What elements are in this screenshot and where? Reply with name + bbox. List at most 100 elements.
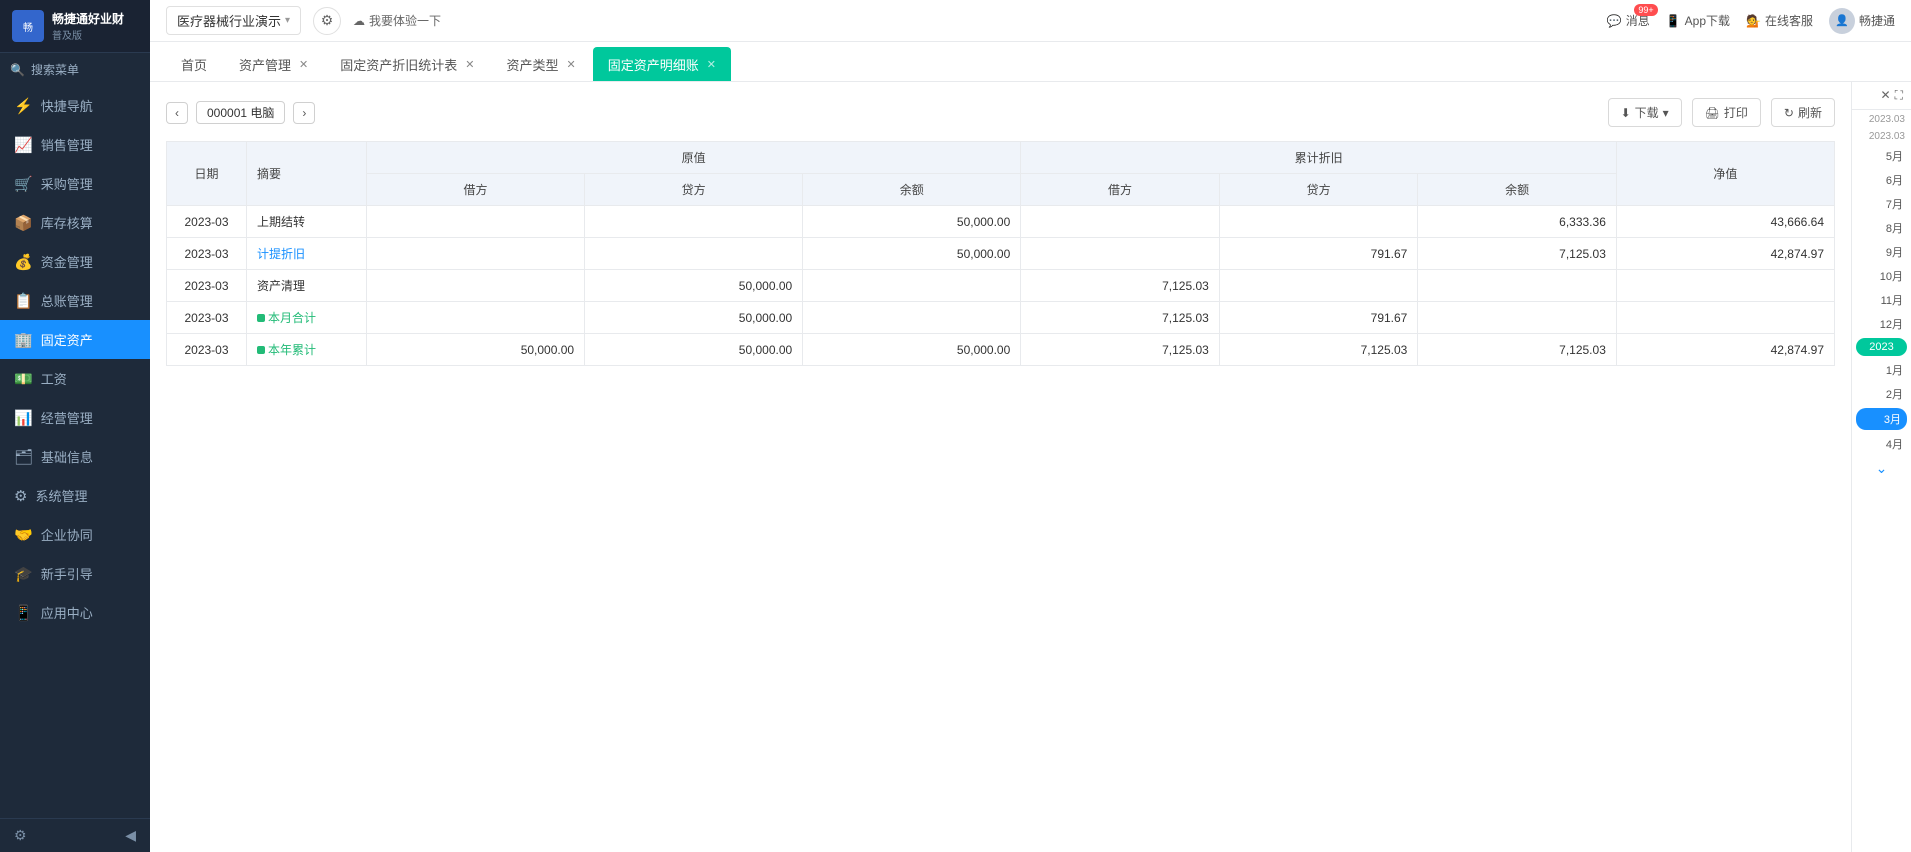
sidebar-item-purchase[interactable]: 🛒 采购管理 (0, 164, 150, 203)
app-logo: 畅 (12, 10, 44, 42)
download-arrow: ▾ (1663, 106, 1669, 120)
funds-icon: 💰 (14, 253, 33, 271)
experience-label: 我要体验一下 (369, 12, 441, 29)
sidebar-item-inventory[interactable]: 📦 库存核算 (0, 203, 150, 242)
app-download-button[interactable]: 📱 App下载 (1666, 12, 1730, 29)
sidebar-item-basic-info[interactable]: 🗂 基础信息 (0, 437, 150, 476)
sidebar-header: 畅 畅捷通好业财 普及版 (0, 0, 150, 53)
tl-month-7[interactable]: 7月 (1852, 192, 1911, 216)
col-header-original-value: 原值 (367, 142, 1021, 174)
row-accum-balance: 7,125.03 (1418, 238, 1617, 270)
row-net-value: 42,874.97 (1616, 334, 1834, 366)
tl-month-4[interactable]: 4月 (1852, 432, 1911, 456)
tag-dot (257, 346, 265, 354)
sidebar-item-quick-nav[interactable]: ⚡ 快捷导航 (0, 86, 150, 125)
ledger-table: 日期 摘要 原值 累计折旧 净值 借方 贷方 余额 借方 贷方 余额 (166, 141, 1835, 366)
tab-asset-detail-close[interactable]: ✕ (707, 58, 716, 71)
tab-depreciation-close[interactable]: ✕ (465, 58, 474, 71)
messages-button[interactable]: 💬 消息 99+ (1607, 12, 1650, 29)
row-date: 2023-03 (167, 270, 247, 302)
company-selector[interactable]: 医疗器械行业演示 ▾ (166, 6, 301, 35)
main-content: 医疗器械行业演示 ▾ ⚙ ☁ 我要体验一下 💬 消息 99+ 📱 App下载 (150, 0, 1911, 852)
sidebar-item-collaboration[interactable]: 🤝 企业协同 (0, 515, 150, 554)
row-accum-balance: 6,333.36 (1418, 206, 1617, 238)
sidebar-item-operations[interactable]: 📊 经营管理 (0, 398, 150, 437)
tag-dot (257, 314, 265, 322)
app-version: 普及版 (52, 27, 124, 42)
sidebar-item-fixed-assets[interactable]: 🏢 固定资产 (0, 320, 150, 359)
online-service-button[interactable]: 💁 在线客服 (1746, 12, 1813, 29)
topbar-right: 💬 消息 99+ 📱 App下载 💁 在线客服 👤 畅捷通 (1607, 8, 1895, 34)
tab-asset-mgmt-close[interactable]: ✕ (299, 58, 308, 71)
search-menu-label: 搜索菜单 (31, 61, 79, 78)
row-orig-credit: 50,000.00 (585, 334, 803, 366)
experience-button[interactable]: ☁ 我要体验一下 (353, 12, 441, 29)
tl-month-12[interactable]: 12月 (1852, 312, 1911, 336)
tl-month-5[interactable]: 5月 (1852, 144, 1911, 168)
col-accum-debit: 借方 (1021, 174, 1220, 206)
tab-home-label: 首页 (181, 55, 207, 74)
user-profile-button[interactable]: 👤 畅捷通 (1829, 8, 1895, 34)
company-settings-button[interactable]: ⚙ (313, 7, 341, 35)
timeline-close-button[interactable]: ✕ (1881, 88, 1891, 103)
tl-month-2[interactable]: 2月 (1852, 382, 1911, 406)
refresh-button[interactable]: ↻ 刷新 (1771, 98, 1835, 127)
timeline-expand-button[interactable]: ⛶ (1895, 88, 1903, 103)
row-orig-debit (367, 270, 585, 302)
online-service-icon: 💁 (1746, 14, 1761, 28)
tab-depreciation-label: 固定资产折旧统计表 (340, 55, 457, 74)
row-accum-credit: 7,125.03 (1219, 334, 1418, 366)
tab-asset-mgmt[interactable]: 资产管理 ✕ (224, 47, 323, 81)
messages-icon: 💬 (1607, 14, 1622, 28)
next-icon: › (302, 106, 306, 120)
tl-year-badge-2023[interactable]: 2023 (1856, 338, 1907, 356)
sidebar-item-funds[interactable]: 💰 资金管理 (0, 242, 150, 281)
sidebar-item-ledger[interactable]: 📋 总账管理 (0, 281, 150, 320)
tl-month-11[interactable]: 11月 (1852, 288, 1911, 312)
tl-chevron-down[interactable]: ⌄ (1852, 456, 1911, 481)
settings-footer-icon[interactable]: ⚙ (14, 827, 27, 844)
sidebar-item-payroll[interactable]: 💵 工资 (0, 359, 150, 398)
tl-month-10[interactable]: 10月 (1852, 264, 1911, 288)
refresh-icon: ↻ (1784, 106, 1794, 120)
sidebar-item-label: 新手引导 (41, 564, 93, 583)
print-icon: 🖨 (1705, 106, 1720, 120)
search-menu[interactable]: 🔍 搜索菜单 (0, 53, 150, 86)
row-orig-credit (585, 238, 803, 270)
print-button[interactable]: 🖨 打印 (1692, 98, 1761, 127)
tab-asset-type-close[interactable]: ✕ (567, 58, 576, 71)
row-accum-balance (1418, 270, 1617, 302)
row-orig-balance (803, 270, 1021, 302)
sidebar-item-sales[interactable]: 📈 销售管理 (0, 125, 150, 164)
row-summary[interactable]: 计提折旧 (247, 238, 367, 270)
print-label: 打印 (1724, 104, 1748, 121)
tl-month-1[interactable]: 1月 (1852, 358, 1911, 382)
system-icon: ⚙ (14, 487, 27, 505)
row-accum-credit: 791.67 (1219, 238, 1418, 270)
next-asset-button[interactable]: › (293, 102, 315, 124)
download-button[interactable]: ⬇ 下载 ▾ (1608, 98, 1682, 127)
sidebar-item-app-center[interactable]: 📱 应用中心 (0, 593, 150, 632)
tab-depreciation-table[interactable]: 固定资产折旧统计表 ✕ (325, 47, 489, 81)
tab-asset-detail[interactable]: 固定资产明细账 ✕ (593, 47, 731, 81)
tab-asset-type[interactable]: 资产类型 ✕ (491, 47, 590, 81)
company-dropdown-arrow: ▾ (285, 15, 290, 26)
app-download-icon: 📱 (1666, 14, 1681, 28)
tab-home[interactable]: 首页 (166, 47, 222, 81)
row-orig-credit (585, 206, 803, 238)
prev-asset-button[interactable]: ‹ (166, 102, 188, 124)
sidebar-item-label: 应用中心 (41, 603, 93, 622)
row-accum-debit (1021, 206, 1220, 238)
asset-nav-right: ⬇ 下载 ▾ 🖨 打印 ↻ 刷新 (1608, 98, 1835, 127)
tl-month-9[interactable]: 9月 (1852, 240, 1911, 264)
tl-month-8[interactable]: 8月 (1852, 216, 1911, 240)
user-avatar: 👤 (1829, 8, 1855, 34)
sidebar-item-guide[interactable]: 🎓 新手引导 (0, 554, 150, 593)
tl-month-6[interactable]: 6月 (1852, 168, 1911, 192)
col-header-accumulated-dep: 累计折旧 (1021, 142, 1617, 174)
collapse-sidebar-icon[interactable]: ◀ (125, 827, 136, 844)
tl-month-3-active[interactable]: 3月 (1856, 408, 1907, 430)
timeline-scroll[interactable]: 2023.03 2023.03 5月 6月 7月 8月 9月 10月 11月 1… (1852, 110, 1911, 852)
row-accum-debit: 7,125.03 (1021, 270, 1220, 302)
sidebar-item-system[interactable]: ⚙ 系统管理 (0, 476, 150, 515)
